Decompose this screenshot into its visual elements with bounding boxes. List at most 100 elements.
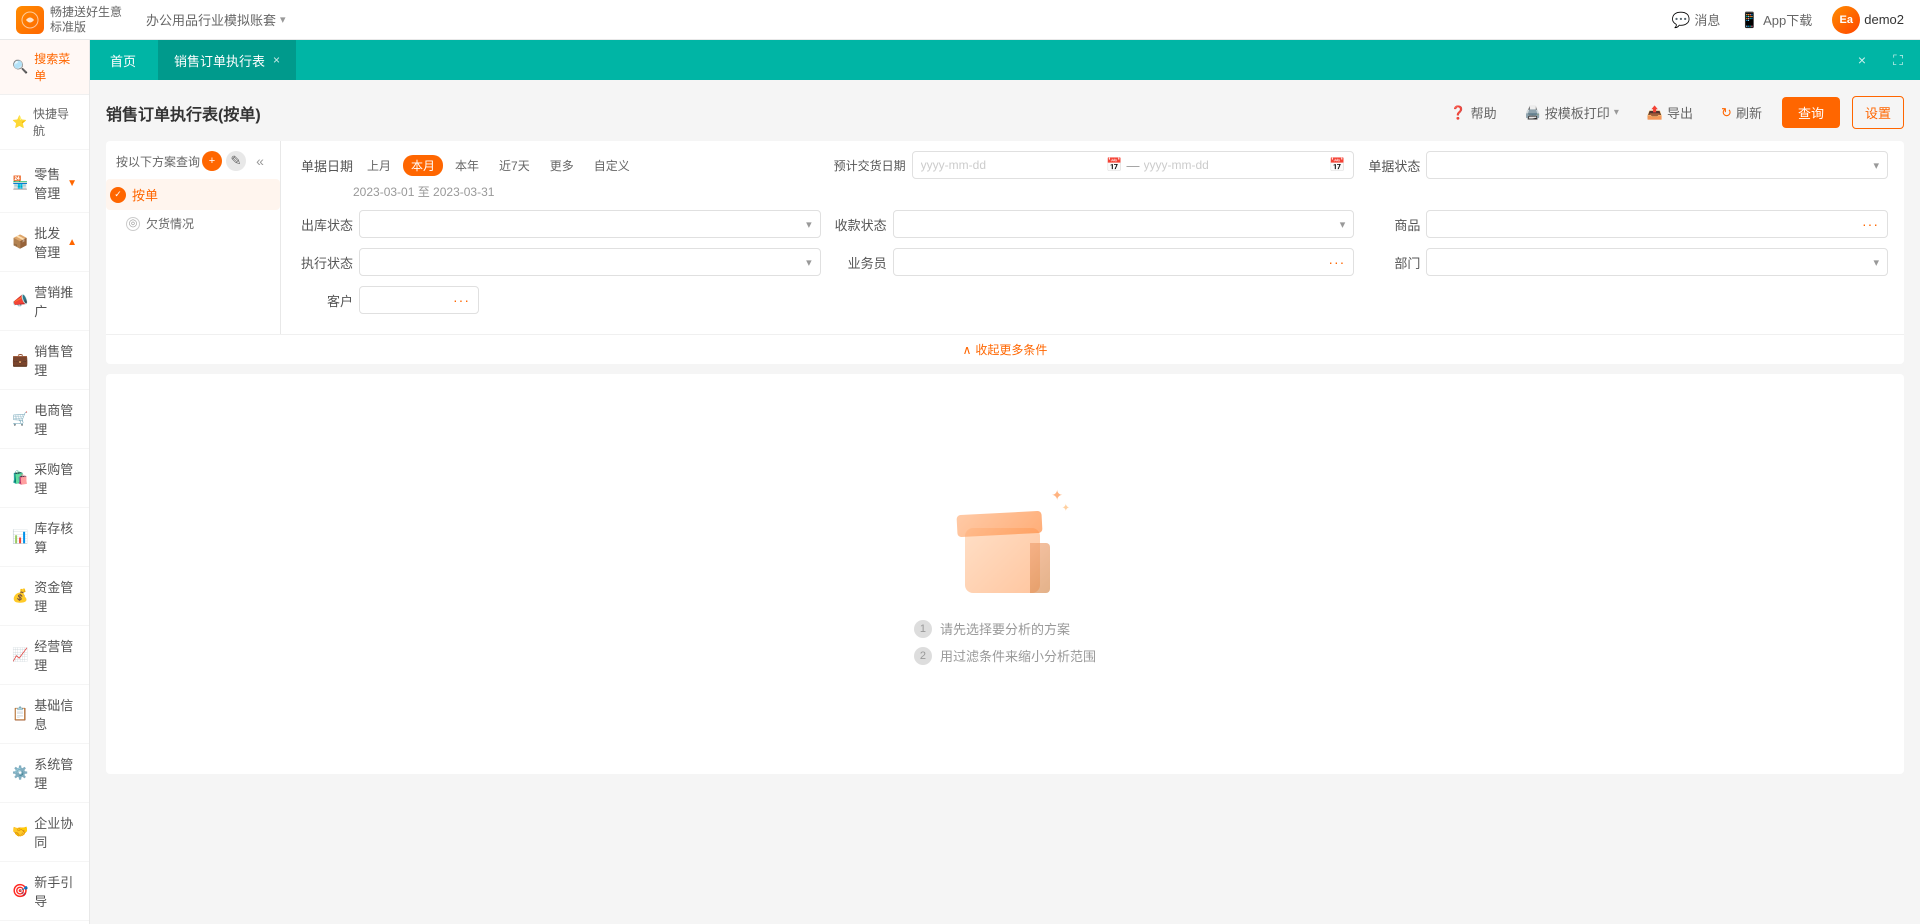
date-separator: — (1127, 158, 1140, 173)
out-stock-select[interactable]: ▾ (359, 210, 821, 238)
breadcrumb[interactable]: 办公用品行业模拟账套 ▾ (146, 10, 286, 29)
customer-input[interactable]: ··· (359, 286, 479, 314)
sidebar-item-retail[interactable]: 🏪 零售管理 ▼ (0, 154, 89, 213)
top-header: 畅捷送好生意 标准版 办公用品行业模拟账套 ▾ 💬 消息 📱 App下载 Ea … (0, 0, 1920, 40)
app-download-button[interactable]: 📱 App下载 (1740, 10, 1812, 29)
chevron-down-icon: ▼ (67, 178, 77, 189)
collapse-more-button[interactable]: ∧ 收起更多条件 (106, 334, 1904, 364)
empty-hints: 1 请先选择要分析的方案 2 用过滤条件来缩小分析范围 (914, 619, 1096, 665)
date-pills: 上月 本月 本年 近7天 更多 自定义 (359, 155, 638, 176)
message-button[interactable]: 💬 消息 (1672, 10, 1721, 29)
purchase-icon: 🛍️ (12, 470, 28, 486)
export-button[interactable]: 📤 导出 (1639, 99, 1701, 126)
pill-last-month[interactable]: 上月 (359, 155, 399, 176)
sidebar-item-system[interactable]: ⚙️ 系统管理 (0, 744, 89, 803)
department-select[interactable]: ▾ (1426, 248, 1888, 276)
scheme-active-icon: ✓ (110, 187, 126, 203)
tab-sales-order[interactable]: 销售订单执行表 × (158, 40, 296, 80)
collapse-scheme-button[interactable]: « (250, 151, 270, 171)
refresh-button[interactable]: ↻ 刷新 (1713, 99, 1770, 126)
filter-left-header: 按以下方案查询 + ✎ « (106, 151, 280, 179)
calendar-end-icon[interactable]: 📅 (1329, 157, 1345, 173)
hint-number-1: 1 (914, 620, 932, 638)
filter-row-3: 执行状态 ▾ 业务员 ··· (297, 248, 1888, 276)
filter-out-stock-field: 出库状态 ▾ (297, 210, 821, 238)
filter-date-field: 单据日期 上月 本月 本年 近7天 更多 自定义 (297, 155, 821, 176)
sidebar-item-finance[interactable]: 💰 资金管理 (0, 567, 89, 626)
exec-status-select[interactable]: ▾ (359, 248, 821, 276)
logo-area: 畅捷送好生意 标准版 (16, 5, 122, 34)
scheme-item-debt[interactable]: ◎ 欠货情况 (106, 210, 280, 237)
sales-icon: 💼 (12, 352, 28, 368)
page-actions: ❓ 帮助 🖨️ 按模板打印 ▾ 📤 导出 ↻ 刷新 (1442, 96, 1904, 129)
sidebar-item-wholesale[interactable]: 📦 批发管理 ▲ (0, 213, 89, 272)
page-title: 销售订单执行表(按单) (106, 101, 261, 125)
window-expand-icon[interactable]: ⛶ (1884, 46, 1912, 74)
salesperson-dots-icon[interactable]: ··· (1328, 254, 1345, 270)
sidebar-item-enterprise[interactable]: 🤝 企业协同 (0, 803, 89, 862)
finance-icon: 💰 (12, 588, 28, 604)
sidebar-item-marketing[interactable]: 📣 营销推广 (0, 272, 89, 331)
help-button[interactable]: ❓ 帮助 (1442, 99, 1504, 126)
delivery-date-end[interactable] (1144, 158, 1330, 172)
star-icon: ⭐ (12, 115, 27, 129)
sidebar-item-basic[interactable]: 📋 基础信息 (0, 685, 89, 744)
pill-this-month[interactable]: 本月 (403, 155, 443, 176)
calendar-start-icon[interactable]: 📅 (1106, 157, 1122, 173)
basic-icon: 📋 (12, 706, 28, 722)
user-profile[interactable]: Ea demo2 (1832, 6, 1904, 34)
add-scheme-button[interactable]: + (202, 151, 222, 171)
sidebar-item-operations[interactable]: 📈 经营管理 (0, 626, 89, 685)
refresh-icon: ↻ (1721, 105, 1732, 121)
status-chevron-icon: ▾ (1873, 159, 1879, 172)
breadcrumb-arrow-icon: ▾ (280, 13, 286, 26)
pill-more[interactable]: 更多 (542, 155, 582, 176)
delivery-date-start[interactable] (921, 158, 1107, 172)
window-close-icon[interactable]: × (1848, 46, 1876, 74)
help-icon: ❓ (1450, 105, 1466, 121)
scheme-item-press[interactable]: ✓ 按单 (106, 179, 280, 210)
salesperson-input[interactable]: ··· (893, 248, 1355, 276)
receive-status-select[interactable]: ▾ (893, 210, 1355, 238)
phone-icon: 📱 (1740, 11, 1759, 29)
print-button[interactable]: 🖨️ 按模板打印 ▾ (1517, 99, 1627, 126)
department-chevron-icon: ▾ (1873, 256, 1879, 269)
data-panel: ✦ ✦ 1 请先选择要分析的方案 2 用过滤条件来缩小分析范围 (106, 374, 1904, 774)
empty-sparkle-icon: ✦ (1051, 488, 1063, 502)
content-area: 首页 销售订单执行表 × × ⛶ 销售订单执行表(按单) (90, 40, 1920, 924)
edit-scheme-button[interactable]: ✎ (226, 151, 246, 171)
settings-button[interactable]: 设置 (1852, 96, 1904, 129)
enterprise-icon: 🤝 (12, 824, 28, 840)
sidebar-item-inventory[interactable]: 📊 库存核算 (0, 508, 89, 567)
sidebar-item-newbie[interactable]: 🎯 新手引导 (0, 862, 89, 921)
goods-label: 商品 (1364, 215, 1420, 234)
sidebar-item-ecommerce[interactable]: 🛒 电商管理 (0, 390, 89, 449)
marketing-icon: 📣 (12, 293, 28, 309)
sidebar-search[interactable]: 🔍 搜索菜单 (0, 40, 89, 95)
tab-close-icon[interactable]: × (273, 53, 280, 67)
filter-left: 按以下方案查询 + ✎ « ✓ 按单 ◎ (106, 141, 281, 334)
query-button[interactable]: 查询 (1782, 97, 1840, 128)
pill-this-year[interactable]: 本年 (447, 155, 487, 176)
out-stock-chevron-icon: ▾ (806, 218, 812, 231)
collapse-arrow-icon: ∧ (963, 343, 972, 357)
customer-dots-icon[interactable]: ··· (453, 292, 470, 308)
sidebar-item-purchase[interactable]: 🛍️ 采购管理 (0, 449, 89, 508)
pill-custom[interactable]: 自定义 (586, 155, 638, 176)
tab-home[interactable]: 首页 (90, 40, 156, 80)
sidebar-item-sales[interactable]: 💼 销售管理 (0, 331, 89, 390)
ecommerce-icon: 🛒 (12, 411, 28, 427)
delivery-date-range[interactable]: 📅 — 📅 (912, 151, 1355, 179)
wholesale-icon: 📦 (12, 234, 28, 250)
goods-dots-icon[interactable]: ··· (1862, 216, 1879, 232)
sub-scheme-icon: ◎ (126, 217, 140, 231)
exec-status-label: 执行状态 (297, 253, 353, 272)
filter-right: 单据日期 上月 本月 本年 近7天 更多 自定义 (281, 141, 1904, 334)
sidebar-quick-nav[interactable]: ⭐ 快捷导航 (0, 95, 89, 150)
empty-hint-1: 1 请先选择要分析的方案 (914, 619, 1096, 638)
department-label: 部门 (1364, 253, 1420, 272)
goods-input[interactable]: ··· (1426, 210, 1888, 238)
header-right: 💬 消息 📱 App下载 Ea demo2 (1672, 6, 1904, 34)
pill-7days[interactable]: 近7天 (491, 155, 538, 176)
status-select[interactable]: ▾ (1426, 151, 1888, 179)
